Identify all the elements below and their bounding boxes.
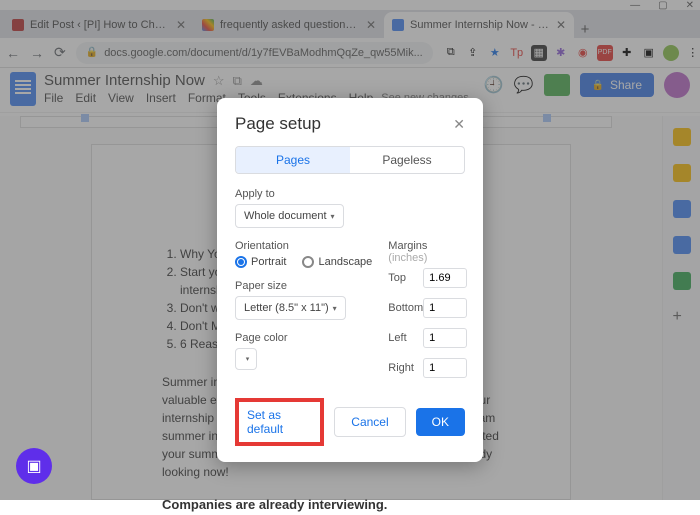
paper-size-select[interactable]: Letter (8.5" x 11") [235, 296, 346, 320]
radio-portrait[interactable]: Portrait [235, 256, 286, 268]
margin-right-input[interactable] [423, 358, 467, 378]
apply-to-select[interactable]: Whole document [235, 204, 344, 228]
margin-left-input[interactable] [423, 328, 467, 348]
cancel-button[interactable]: Cancel [334, 407, 405, 437]
margin-bottom-label: Bottom [388, 302, 423, 314]
apply-to-label: Apply to [235, 188, 465, 200]
page-mode-tabs: Pages Pageless [235, 146, 465, 174]
set-as-default-button[interactable]: Set as default [235, 398, 324, 446]
margin-top-label: Top [388, 272, 406, 284]
page-color-label: Page color [235, 332, 372, 344]
tab-pages[interactable]: Pages [236, 147, 350, 173]
orientation-label: Orientation [235, 240, 372, 252]
radio-landscape[interactable]: Landscape [302, 256, 372, 268]
floating-camera-button[interactable]: ▣ [16, 448, 52, 484]
margins-label: Margins (inches) [388, 240, 467, 264]
close-icon[interactable]: ✕ [453, 116, 465, 133]
tab-pageless[interactable]: Pageless [350, 147, 464, 173]
page-setup-dialog: Page setup ✕ Pages Pageless Apply to Who… [217, 98, 483, 462]
margin-top-input[interactable] [423, 268, 467, 288]
paper-size-label: Paper size [235, 280, 372, 292]
margin-left-label: Left [388, 332, 406, 344]
margin-right-label: Right [388, 362, 414, 374]
ok-button[interactable]: OK [416, 408, 465, 436]
margin-bottom-input[interactable] [423, 298, 467, 318]
page-color-select[interactable] [235, 348, 257, 370]
dialog-title: Page setup [235, 114, 321, 134]
